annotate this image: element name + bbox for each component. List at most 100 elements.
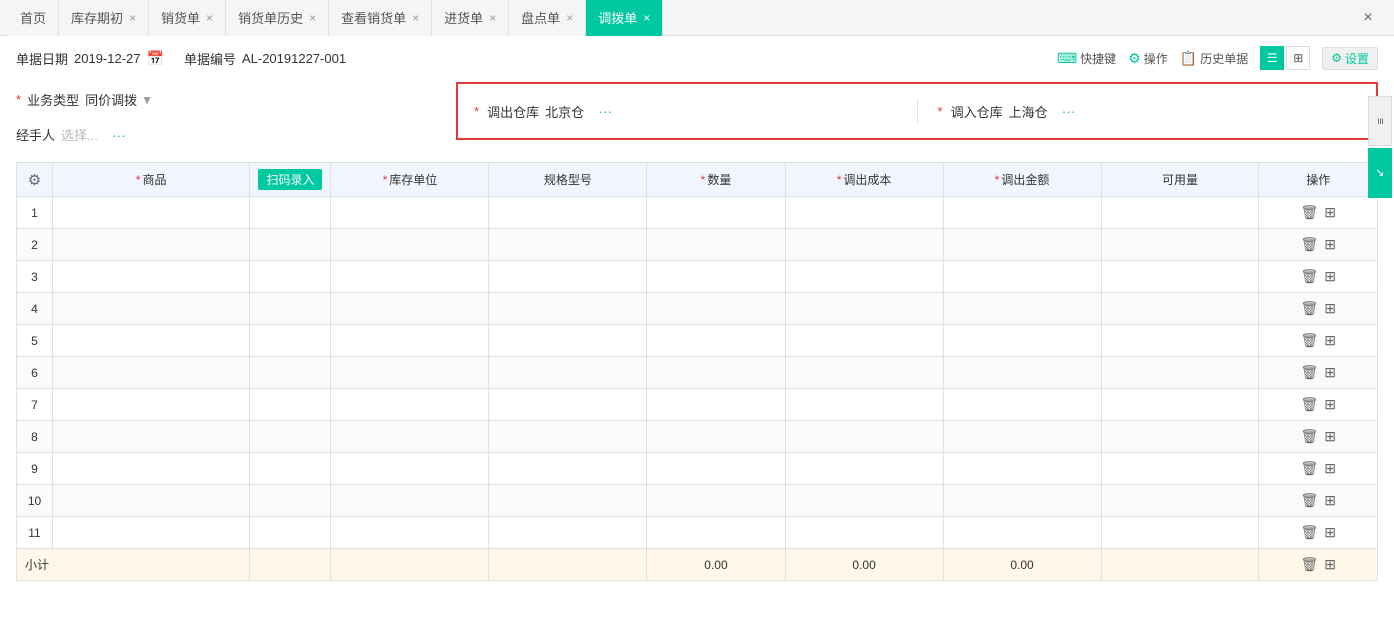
tab-close-inventory-init[interactable]: × — [129, 11, 136, 25]
copy-icon-3[interactable]: ⊞ — [1324, 268, 1336, 285]
copy-icon-4[interactable]: ⊞ — [1324, 300, 1336, 317]
delete-icon-2[interactable]: 🗑 — [1300, 236, 1318, 253]
data-table: ⚙ 商品 扫码录入 库存单位 规格型号 数量 调出成本 调出金额 可用量 操作 — [16, 162, 1378, 581]
subtotal-amount: 0.00 — [943, 549, 1101, 581]
row-num-10: 10 — [17, 485, 53, 517]
view-toggle: ☰ ⊞ — [1260, 46, 1310, 70]
tab-close-purchase[interactable]: × — [489, 11, 496, 25]
warehouse-divider — [917, 99, 918, 123]
business-type-value: 同价调拨 — [85, 90, 137, 109]
copy-icon-5[interactable]: ⊞ — [1324, 332, 1336, 349]
tab-sales-order[interactable]: 销货单 × — [149, 0, 226, 36]
tab-stocktake[interactable]: 盘点单 × — [509, 0, 586, 36]
col-action: 操作 — [1259, 163, 1378, 197]
tab-close-view-sales[interactable]: × — [412, 11, 419, 25]
tab-inventory-init[interactable]: 库存期初 × — [59, 0, 149, 36]
row-num-9: 9 — [17, 453, 53, 485]
subtotal-copy-icon[interactable]: ⊞ — [1324, 556, 1336, 573]
tab-sales-history[interactable]: 销货单历史 × — [226, 0, 329, 36]
view-btn-grid[interactable]: ⊞ — [1286, 46, 1310, 70]
out-warehouse-required: * — [474, 104, 479, 119]
form-rows: * 业务类型 同价调拨 ▼ 经手人 选择... ··· — [16, 82, 1378, 152]
col-scan: 扫码录入 — [250, 163, 331, 197]
handler-label: 经手人 — [16, 125, 55, 144]
number-value: AL-20191227-001 — [242, 51, 346, 66]
business-required-star: * — [16, 92, 21, 107]
business-type-select[interactable]: 同价调拨 ▼ — [85, 90, 153, 109]
tab-close-stocktake[interactable]: × — [566, 11, 573, 25]
sidebar-expand-btn[interactable]: ↗ — [1368, 148, 1392, 198]
view-btn-list[interactable]: ☰ — [1260, 46, 1284, 70]
form-header-right: ⌨ 快捷键 ⚙ 操作 📋 历史单据 ☰ ⊞ ⚙ 设置 — [1057, 46, 1378, 70]
subtotal-delete-icon[interactable]: 🗑 — [1300, 556, 1318, 573]
table-container: ⚙ 商品 扫码录入 库存单位 规格型号 数量 调出成本 调出金额 可用量 操作 — [16, 162, 1378, 581]
table-row: 4 🗑 ⊞ — [17, 293, 1378, 325]
table-row: 1 🗑 ⊞ — [17, 197, 1378, 229]
col-spec: 规格型号 — [489, 163, 647, 197]
delete-icon-5[interactable]: 🗑 — [1300, 332, 1318, 349]
delete-icon-3[interactable]: 🗑 — [1300, 268, 1318, 285]
table-row: 5 🗑 ⊞ — [17, 325, 1378, 357]
delete-icon-7[interactable]: 🗑 — [1300, 396, 1318, 413]
date-value: 2019-12-27 — [74, 51, 141, 66]
delete-icon-10[interactable]: 🗑 — [1300, 492, 1318, 509]
copy-icon-6[interactable]: ⊞ — [1324, 364, 1336, 381]
delete-icon-11[interactable]: 🗑 — [1300, 524, 1318, 541]
col-cost: 调出成本 — [785, 163, 943, 197]
in-warehouse-more-icon[interactable]: ··· — [1062, 103, 1076, 119]
shortcut-action[interactable]: ⌨ 快捷键 — [1057, 50, 1116, 67]
subtotal-label: 小计 — [17, 549, 250, 581]
copy-icon-7[interactable]: ⊞ — [1324, 396, 1336, 413]
warehouse-section: * 调出仓库 北京仓 ··· * 调入仓库 上海仓 ··· — [456, 82, 1378, 140]
copy-icon-1[interactable]: ⊞ — [1324, 204, 1336, 221]
number-label: 单据编号 — [184, 49, 236, 68]
scan-button[interactable]: 扫码录入 — [258, 169, 322, 190]
col-amount: 调出金额 — [943, 163, 1101, 197]
tab-view-sales[interactable]: 查看销货单 × — [329, 0, 432, 36]
row-num-4: 4 — [17, 293, 53, 325]
tab-close-sales-history[interactable]: × — [309, 11, 316, 25]
tab-close-sales-order[interactable]: × — [206, 11, 213, 25]
delete-icon-9[interactable]: 🗑 — [1300, 460, 1318, 477]
out-warehouse-label: 调出仓库 — [487, 102, 539, 121]
settings-icon: ⚙ — [1331, 51, 1342, 65]
operation-action[interactable]: ⚙ 操作 — [1128, 50, 1168, 67]
history-action[interactable]: 📋 历史单据 — [1180, 50, 1248, 67]
form-header-left: 单据日期 2019-12-27 📅 单据编号 AL-20191227-001 — [16, 49, 346, 68]
col-qty: 数量 — [647, 163, 785, 197]
subtotal-row: 小计 0.00 0.00 0.00 🗑 ⊞ — [17, 549, 1378, 581]
shortcut-label: 快捷键 — [1080, 50, 1116, 67]
tab-close-transfer[interactable]: × — [643, 11, 650, 25]
table-settings-icon[interactable]: ⚙ — [28, 172, 41, 189]
handler-more-icon[interactable]: ··· — [112, 127, 126, 143]
shortcut-icon: ⌨ — [1057, 50, 1077, 67]
operation-icon: ⚙ — [1128, 50, 1141, 67]
copy-icon-2[interactable]: ⊞ — [1324, 236, 1336, 253]
delete-icon-8[interactable]: 🗑 — [1300, 428, 1318, 445]
business-type-label: 业务类型 — [27, 90, 79, 109]
copy-icon-9[interactable]: ⊞ — [1324, 460, 1336, 477]
row-num-5: 5 — [17, 325, 53, 357]
row-num-6: 6 — [17, 357, 53, 389]
delete-icon-6[interactable]: 🗑 — [1300, 364, 1318, 381]
sidebar-list-btn[interactable]: ≡ — [1368, 96, 1392, 146]
calendar-icon[interactable]: 📅 — [147, 50, 164, 67]
delete-icon-4[interactable]: 🗑 — [1300, 300, 1318, 317]
tab-transfer[interactable]: 调拨单 × — [586, 0, 663, 36]
handler-row: 经手人 选择... ··· — [16, 113, 440, 152]
copy-icon-11[interactable]: ⊞ — [1324, 524, 1336, 541]
col-unit: 库存单位 — [331, 163, 489, 197]
row-num-1: 1 — [17, 197, 53, 229]
copy-icon-10[interactable]: ⊞ — [1324, 492, 1336, 509]
delete-icon-1[interactable]: 🗑 — [1300, 204, 1318, 221]
tab-purchase[interactable]: 进货单 × — [432, 0, 509, 36]
main-content: 单据日期 2019-12-27 📅 单据编号 AL-20191227-001 ⌨… — [0, 36, 1394, 591]
window-close-button[interactable]: × — [1350, 0, 1386, 36]
history-icon: 📋 — [1180, 50, 1197, 67]
handler-input[interactable]: 选择... — [61, 125, 98, 144]
tab-home[interactable]: 首页 — [8, 0, 59, 36]
out-warehouse-more-icon[interactable]: ··· — [598, 103, 612, 119]
copy-icon-8[interactable]: ⊞ — [1324, 428, 1336, 445]
chevron-down-icon: ▼ — [141, 93, 153, 107]
table-header-row: ⚙ 商品 扫码录入 库存单位 规格型号 数量 调出成本 调出金额 可用量 操作 — [17, 163, 1378, 197]
